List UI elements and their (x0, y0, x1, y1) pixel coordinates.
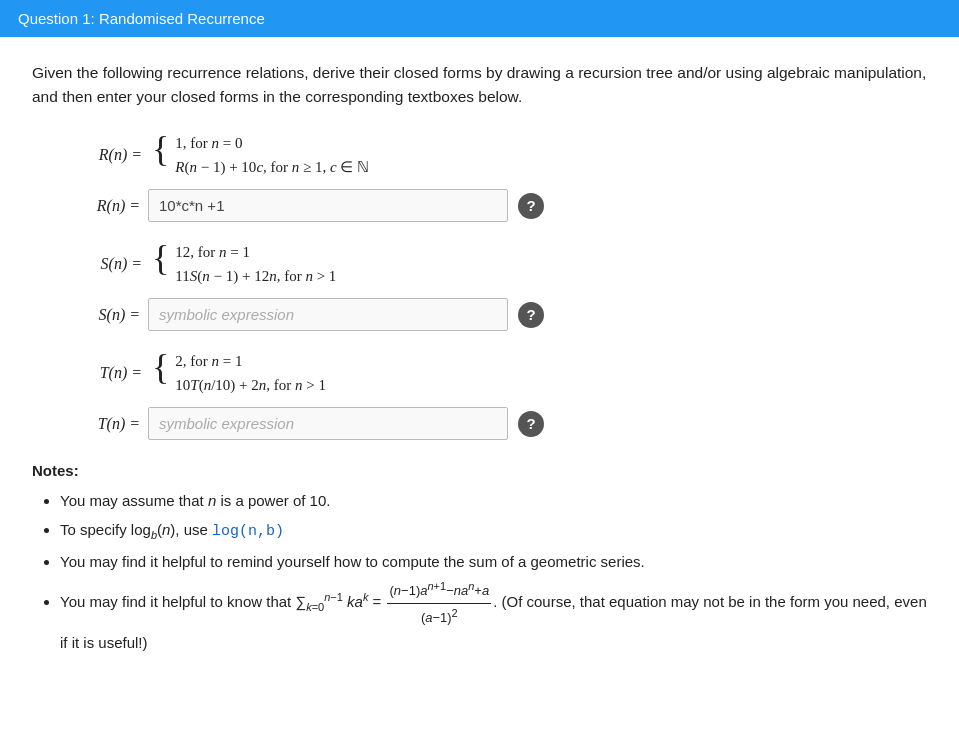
brace-line-T-2: 10T(n/10) + 2n, for n > 1 (175, 373, 326, 397)
intro-text: Given the following recurrence relations… (32, 61, 927, 109)
answer-input-T[interactable] (148, 407, 508, 440)
big-brace-R: { (152, 131, 169, 167)
note-item-4: You may find it helpful to know that ∑k=… (60, 577, 927, 656)
help-button-T[interactable]: ? (518, 411, 544, 437)
note-item-3: You may find it helpful to remind yourse… (60, 548, 927, 575)
brace-lines-R: 1, for n = 0 R(n − 1) + 10c, for n ≥ 1, … (175, 131, 369, 179)
header-bar: Question 1: Randomised Recurrence (0, 0, 959, 37)
answer-row-R: R(n) = ? (50, 189, 927, 222)
brace-lines-T: 2, for n = 1 10T(n/10) + 2n, for n > 1 (175, 349, 326, 397)
brace-line-T-1: 2, for n = 1 (175, 349, 326, 373)
math-label-S: S(n) = (72, 255, 142, 273)
recurrence-block-R: R(n) = { 1, for n = 0 R(n − 1) + 10c, fo… (32, 131, 927, 222)
math-label-T: T(n) = (72, 364, 142, 382)
big-brace-S: { (152, 240, 169, 276)
answer-label-R: R(n) = (50, 197, 140, 215)
recurrence-block-T: T(n) = { 2, for n = 1 10T(n/10) + 2n, fo… (32, 349, 927, 440)
notes-list: You may assume that n is a power of 10. … (32, 487, 927, 656)
help-button-S[interactable]: ? (518, 302, 544, 328)
brace-line-S-1: 12, for n = 1 (175, 240, 336, 264)
answer-input-R[interactable] (148, 189, 508, 222)
math-display-R: R(n) = { 1, for n = 0 R(n − 1) + 10c, fo… (72, 131, 927, 179)
math-display-S: S(n) = { 12, for n = 1 11S(n − 1) + 12n,… (72, 240, 927, 288)
recurrence-block-S: S(n) = { 12, for n = 1 11S(n − 1) + 12n,… (32, 240, 927, 331)
answer-label-T: T(n) = (50, 415, 140, 433)
answer-input-S[interactable] (148, 298, 508, 331)
brace-line-R-1: 1, for n = 0 (175, 131, 369, 155)
brace-line-R-2: R(n − 1) + 10c, for n ≥ 1, c ∈ ℕ (175, 155, 369, 179)
brace-lines-S: 12, for n = 1 11S(n − 1) + 12n, for n > … (175, 240, 336, 288)
note-item-1: You may assume that n is a power of 10. (60, 487, 927, 514)
answer-row-T: T(n) = ? (50, 407, 927, 440)
answer-row-S: S(n) = ? (50, 298, 927, 331)
header-title: Question 1: Randomised Recurrence (18, 10, 265, 27)
note-item-2: To specify logb(n), use log(n,b) (60, 516, 927, 546)
math-display-T: T(n) = { 2, for n = 1 10T(n/10) + 2n, fo… (72, 349, 927, 397)
brace-line-S-2: 11S(n − 1) + 12n, for n > 1 (175, 264, 336, 288)
big-brace-T: { (152, 349, 169, 385)
help-button-R[interactable]: ? (518, 193, 544, 219)
notes-title: Notes: (32, 462, 927, 479)
answer-label-S: S(n) = (50, 306, 140, 324)
notes-section: Notes: You may assume that n is a power … (32, 462, 927, 656)
math-label-R: R(n) = (72, 146, 142, 164)
